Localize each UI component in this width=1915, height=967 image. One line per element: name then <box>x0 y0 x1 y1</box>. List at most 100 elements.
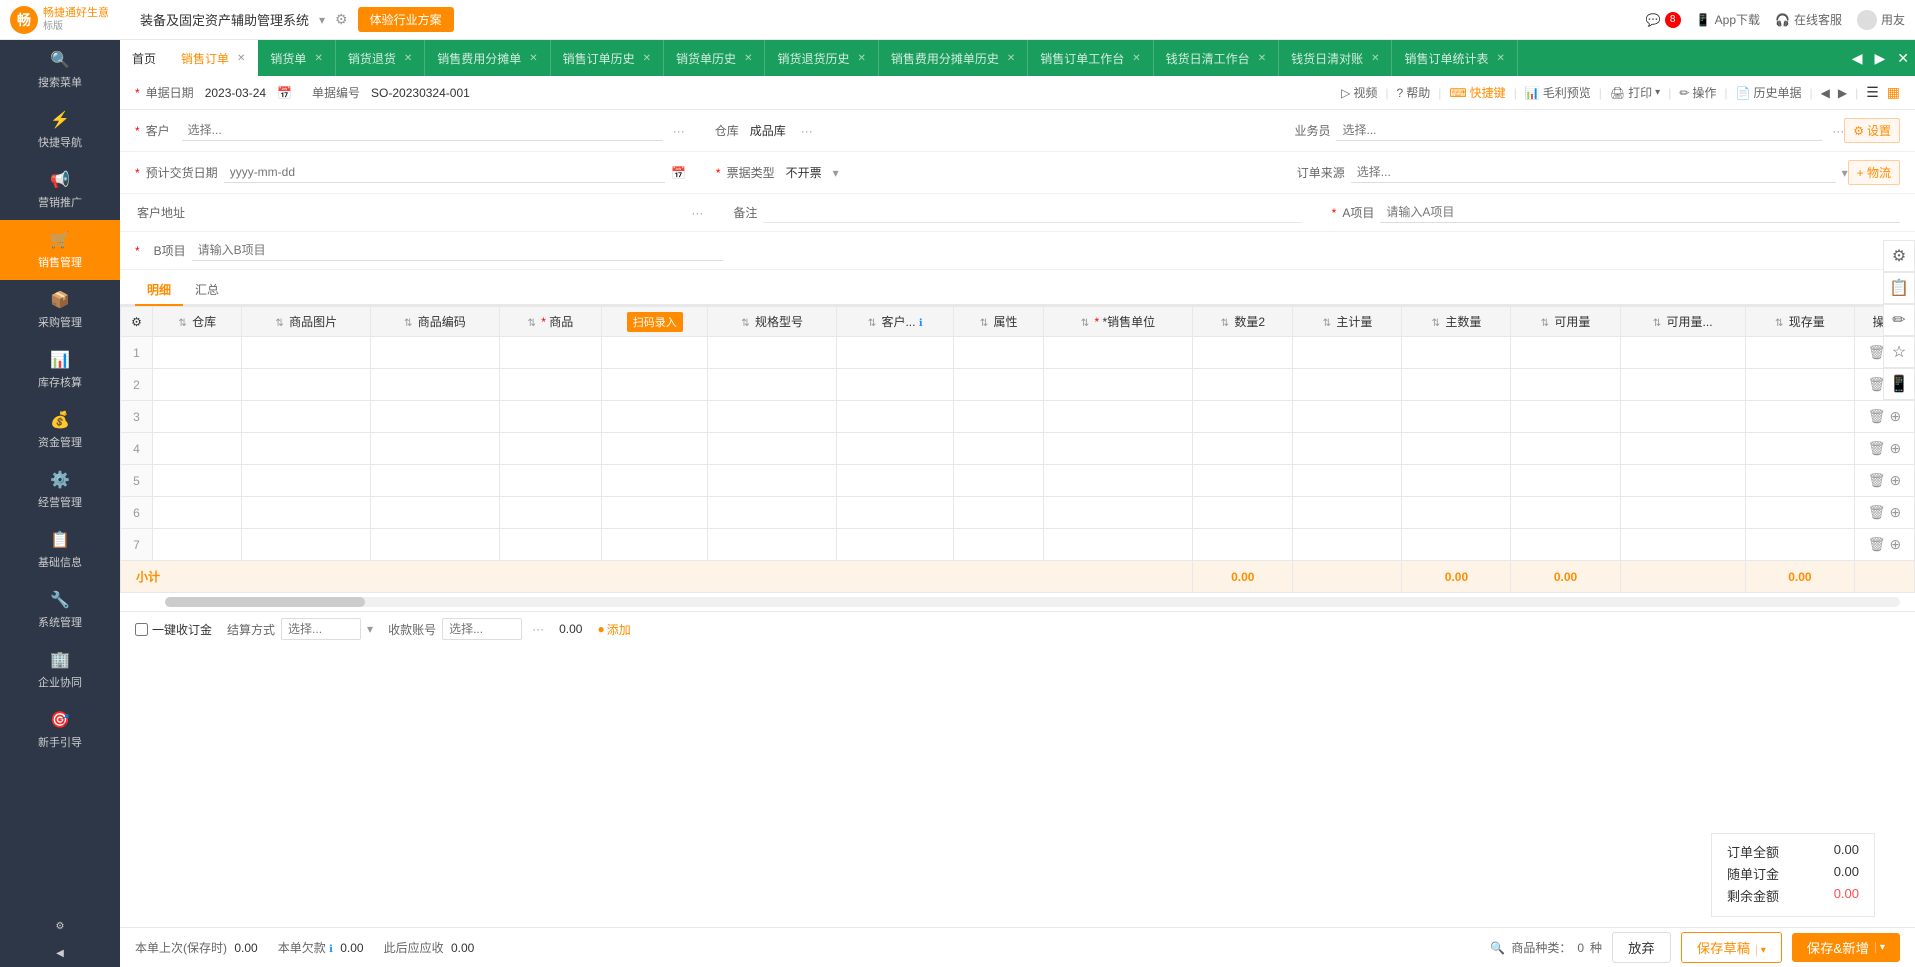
customer-more-btn[interactable]: ··· <box>673 124 685 138</box>
tab-expense-history[interactable]: 销售费用分摊单历史 ✕ <box>879 40 1028 76</box>
salesperson-more-btn[interactable]: ··· <box>1832 124 1844 138</box>
industry-btn[interactable]: 体验行业方案 <box>358 7 454 32</box>
address-more-btn[interactable]: ··· <box>691 206 703 220</box>
calendar-icon2[interactable]: 📅 <box>671 166 686 180</box>
payment-method-input[interactable] <box>281 618 361 640</box>
sidebar-item-basic-info[interactable]: 📋 基础信息 <box>0 520 120 580</box>
history-btn[interactable]: 📄 历史单据 <box>1736 84 1802 101</box>
shortcut-btn[interactable]: ⌨ 快捷键 <box>1449 84 1505 101</box>
col-available[interactable]: ⇅ 可用量 <box>1511 307 1620 337</box>
add-material-btn[interactable]: + 物流 <box>1848 160 1900 185</box>
tab-sales-history[interactable]: 销货单历史 ✕ <box>664 40 765 76</box>
available-sort-icon[interactable]: ⇅ <box>1541 318 1549 329</box>
customer-order-info-icon[interactable]: ℹ <box>919 318 923 329</box>
user-avatar[interactable]: 用友 <box>1857 10 1905 30</box>
sales-unit-sort-icon[interactable]: ⇅ <box>1081 318 1089 329</box>
tab-expense-close[interactable]: ✕ <box>529 53 537 64</box>
save-new-arrow[interactable]: ▾ <box>1875 942 1885 953</box>
sidebar-settings-btn[interactable]: ⚙ <box>0 913 120 940</box>
card-view-icon[interactable]: ▦ <box>1887 84 1900 101</box>
save-draft-btn[interactable]: 保存草稿 ▾ <box>1681 932 1782 963</box>
tab-order-history-close[interactable]: ✕ <box>643 53 651 64</box>
side-star-btn[interactable]: ☆ <box>1883 336 1915 368</box>
sidebar-item-quick-nav[interactable]: ⚡ 快捷导航 <box>0 100 120 160</box>
dropdown-arrow-icon[interactable]: ▾ <box>319 13 325 27</box>
attributes-sort-icon[interactable]: ⇅ <box>980 318 988 329</box>
warehouse-sort-icon[interactable]: ⇅ <box>178 318 186 329</box>
settings-right-btn[interactable]: ⚙ 设置 <box>1844 118 1900 143</box>
available2-sort-icon[interactable]: ⇅ <box>1653 318 1661 329</box>
invoice-dropdown-icon[interactable]: ▾ <box>833 166 839 180</box>
col-main-uom[interactable]: ⇅ 主计量 <box>1293 307 1402 337</box>
add-amount-btn[interactable]: ● 添加 <box>597 621 630 638</box>
row-4-delete-btn[interactable]: 🗑 <box>1868 440 1886 457</box>
tab-sales-order-close[interactable]: ✕ <box>237 53 245 64</box>
col-product[interactable]: ⇅ * 商品 <box>499 307 602 337</box>
sidebar-item-inventory[interactable]: 📊 库存核算 <box>0 340 120 400</box>
row-6-delete-btn[interactable]: 🗑 <box>1868 504 1886 521</box>
sidebar-item-newbie[interactable]: 🎯 新手引导 <box>0 700 120 760</box>
side-edit-btn[interactable]: ✏ <box>1883 304 1915 336</box>
order-source-input[interactable] <box>1351 162 1836 183</box>
row-5-copy-btn[interactable]: ⊕ <box>1890 472 1902 489</box>
tab-payment-reconcile[interactable]: 钱货日清对账 ✕ <box>1279 40 1392 76</box>
tab-sales-return-close[interactable]: ✕ <box>314 53 322 64</box>
tab-payment-workbench[interactable]: 钱货日清工作台 ✕ <box>1154 40 1279 76</box>
sidebar-item-operations[interactable]: ⚙️ 经营管理 <box>0 460 120 520</box>
row-3-delete-btn[interactable]: 🗑 <box>1868 408 1886 425</box>
sidebar-item-sales[interactable]: 🛒 销售管理 <box>0 220 120 280</box>
tab-sales-history-close[interactable]: ✕ <box>744 53 752 64</box>
product-image-sort-icon[interactable]: ⇅ <box>275 318 283 329</box>
one-click-checkbox[interactable] <box>135 623 148 636</box>
tab-return-history[interactable]: 销货退货历史 ✕ <box>765 40 878 76</box>
row-1-attributes[interactable] <box>954 337 1043 369</box>
tab-payment-close[interactable]: ✕ <box>1258 53 1266 64</box>
col-customer-order[interactable]: ⇅ 客户... ℹ <box>836 307 953 337</box>
warehouse-more-btn[interactable]: ··· <box>801 124 813 138</box>
save-new-btn[interactable]: 保存&新增 ▾ <box>1792 933 1900 962</box>
tab-return-goods-close[interactable]: ✕ <box>404 53 412 64</box>
payment-account-input[interactable] <box>442 618 522 640</box>
view-video-btn[interactable]: ▷ 视频 <box>1341 84 1377 101</box>
row-6-copy-btn[interactable]: ⊕ <box>1890 504 1902 521</box>
profit-btn[interactable]: 📊 毛利预览 <box>1525 84 1591 101</box>
sidebar-item-finance[interactable]: 💰 资金管理 <box>0 400 120 460</box>
operate-btn[interactable]: ✏ 操作 <box>1679 84 1716 101</box>
tab-sales-order-history[interactable]: 销售订单历史 ✕ <box>551 40 664 76</box>
col-sales-unit[interactable]: ⇅ * *销售单位 <box>1043 307 1192 337</box>
col-attributes[interactable]: ⇅ 属性 <box>954 307 1043 337</box>
col-scan-input[interactable]: 扫码录入 <box>602 307 708 337</box>
customer-input[interactable] <box>182 120 663 141</box>
sidebar-item-system[interactable]: 🔧 系统管理 <box>0 580 120 640</box>
col-main-qty[interactable]: ⇅ 主数量 <box>1402 307 1511 337</box>
stock-sort-icon[interactable]: ⇅ <box>1775 318 1783 329</box>
delivery-date-input[interactable] <box>224 162 665 183</box>
detail-tab-summary[interactable]: 汇总 <box>183 275 231 306</box>
qty2-sort-icon[interactable]: ⇅ <box>1221 318 1229 329</box>
side-scan-btn[interactable]: 📱 <box>1883 368 1915 400</box>
scan-input-btn[interactable]: 扫码录入 <box>627 312 683 332</box>
row-1-available[interactable] <box>1511 337 1620 369</box>
help-btn[interactable]: ? 帮助 <box>1397 84 1431 101</box>
settings-icon[interactable]: ⚙ <box>335 11 348 28</box>
row-5-delete-btn[interactable]: 🗑 <box>1868 472 1886 489</box>
detail-tab-detail[interactable]: 明细 <box>135 275 183 306</box>
tab-return-history-close[interactable]: ✕ <box>857 53 865 64</box>
side-clipboard-btn[interactable]: 📋 <box>1883 272 1915 304</box>
info-icon-owing[interactable]: ℹ <box>329 944 333 955</box>
tab-expense-history-close[interactable]: ✕ <box>1007 53 1015 64</box>
col-available2[interactable]: ⇅ 可用量... <box>1620 307 1745 337</box>
row-1-customer-order[interactable] <box>836 337 953 369</box>
row-3-copy-btn[interactable]: ⊕ <box>1890 408 1902 425</box>
row-1-stock[interactable] <box>1745 337 1854 369</box>
col-warehouse[interactable]: ⇅ 仓库 <box>153 307 242 337</box>
spec-sort-icon[interactable]: ⇅ <box>741 318 749 329</box>
col-spec[interactable]: ⇅ 规格型号 <box>708 307 837 337</box>
sidebar-collapse-btn[interactable]: ◀ <box>0 940 120 967</box>
tab-reconcile-close[interactable]: ✕ <box>1371 53 1379 64</box>
tab-home[interactable]: 首页 <box>120 40 169 76</box>
row-4-copy-btn[interactable]: ⊕ <box>1890 440 1902 457</box>
col-stock[interactable]: ⇅ 现存量 <box>1745 307 1854 337</box>
col-product-code[interactable]: ⇅ 商品编码 <box>371 307 500 337</box>
row-7-delete-btn[interactable]: 🗑 <box>1868 536 1886 553</box>
